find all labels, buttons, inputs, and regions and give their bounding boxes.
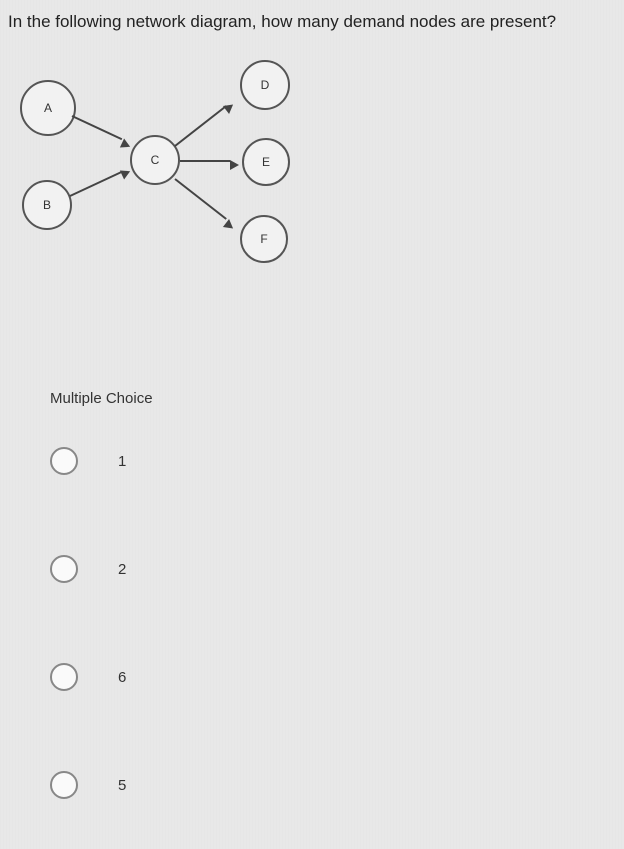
- radio-option-4[interactable]: [50, 771, 78, 799]
- option-row: 2: [50, 555, 624, 583]
- node-f-label: F: [260, 232, 267, 246]
- option-label: 2: [118, 561, 126, 578]
- node-e: E: [242, 138, 290, 186]
- question-text: In the following network diagram, how ma…: [0, 0, 624, 40]
- option-row: 6: [50, 663, 624, 691]
- network-diagram: A B C D E F: [10, 50, 350, 290]
- option-label: 6: [118, 669, 126, 686]
- edge-b-c: [70, 171, 123, 197]
- node-c-label: C: [151, 153, 160, 167]
- multiple-choice-section: Multiple Choice 1 2 6 5: [0, 390, 624, 799]
- node-d: D: [240, 60, 290, 110]
- edge-c-f: [174, 178, 226, 220]
- radio-option-1[interactable]: [50, 447, 78, 475]
- option-label: 5: [118, 777, 126, 794]
- option-label: 1: [118, 453, 126, 470]
- edge-c-d: [174, 105, 226, 147]
- mc-heading: Multiple Choice: [50, 390, 624, 407]
- node-d-label: D: [261, 78, 270, 92]
- option-row: 1: [50, 447, 624, 475]
- arrowhead-b-c: [120, 167, 132, 180]
- node-e-label: E: [262, 155, 270, 169]
- option-row: 5: [50, 771, 624, 799]
- edge-a-c: [72, 115, 123, 140]
- node-b: B: [22, 180, 72, 230]
- arrowhead-c-e: [230, 160, 239, 170]
- node-a-label: A: [44, 101, 52, 115]
- radio-option-3[interactable]: [50, 663, 78, 691]
- radio-option-2[interactable]: [50, 555, 78, 583]
- node-c: C: [130, 135, 180, 185]
- edge-c-e: [180, 160, 230, 162]
- node-f: F: [240, 215, 288, 263]
- arrowhead-a-c: [120, 138, 132, 151]
- node-b-label: B: [43, 198, 51, 212]
- arrowhead-c-f: [223, 219, 236, 232]
- arrowhead-c-d: [223, 101, 236, 114]
- node-a: A: [20, 80, 76, 136]
